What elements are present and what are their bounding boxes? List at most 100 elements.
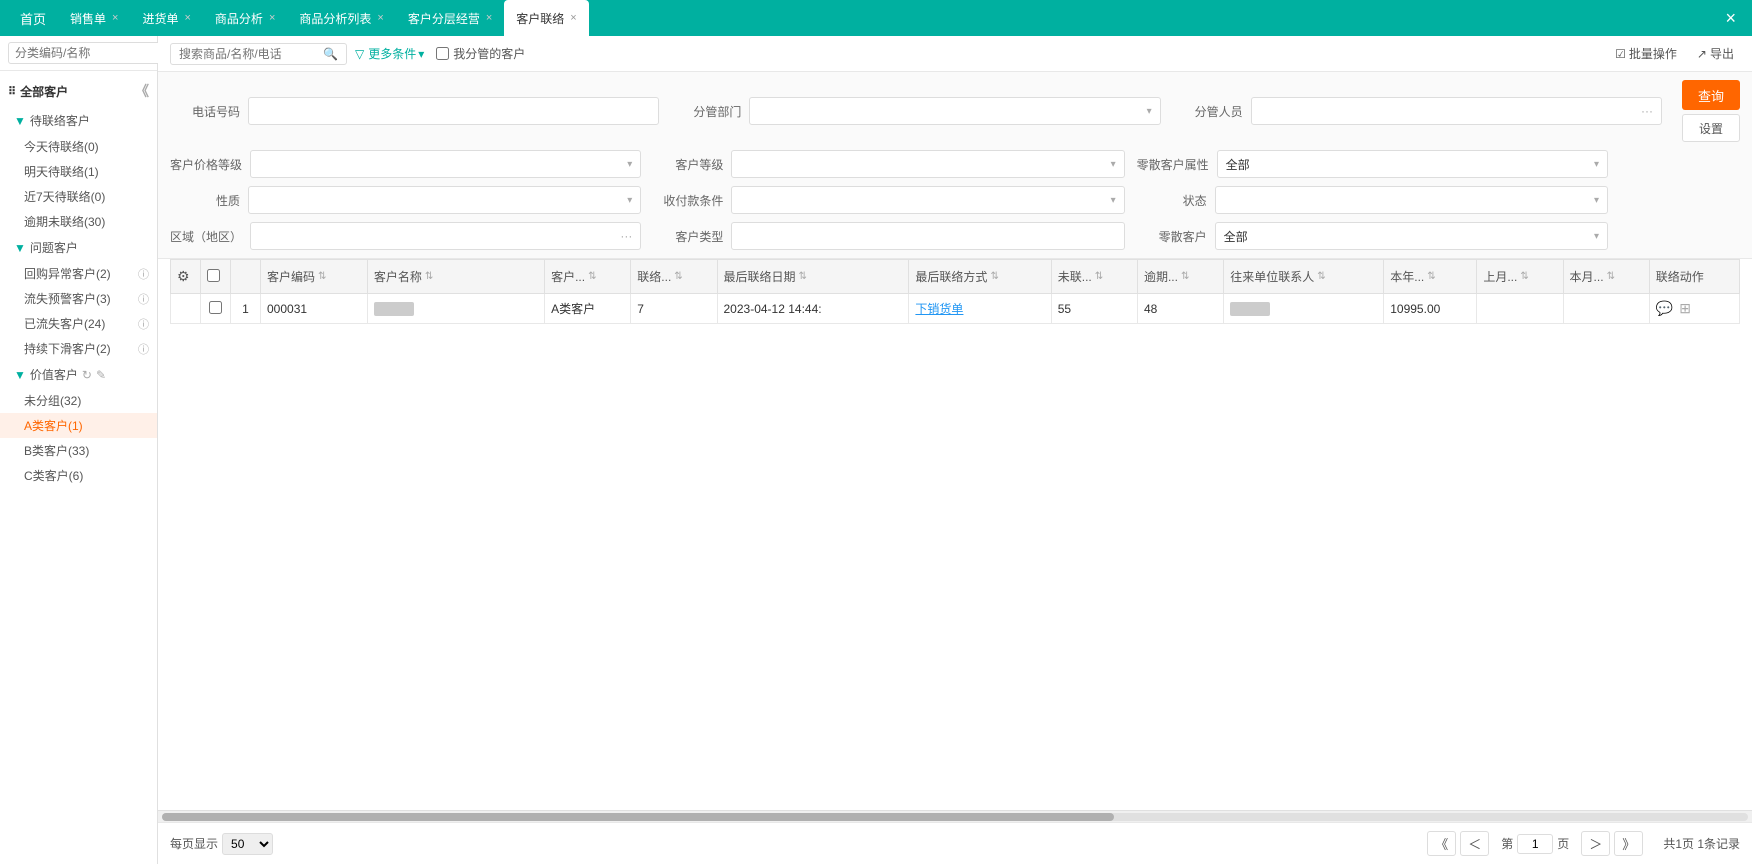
chevron-down-icon-level: ▾	[1111, 159, 1116, 170]
sidebar-group-pending[interactable]: ▼ 待联络客户	[0, 107, 157, 134]
arrow-down-icon: ▼	[14, 114, 26, 128]
refresh-icon[interactable]: ↻	[82, 368, 92, 382]
sort-icon-unitcontact: ⇅	[1317, 271, 1325, 282]
arrow-down-icon-3: ▼	[14, 368, 26, 382]
filter-price-level-select[interactable]: ▾	[250, 150, 641, 178]
more-icon-person: ···	[1641, 104, 1653, 118]
filter-retail-customer-select[interactable]: 全部▾	[1215, 222, 1608, 250]
sidebar-collapse-icon[interactable]: 《	[135, 81, 149, 101]
chevron-down-icon-payment: ▾	[1111, 195, 1116, 206]
row-checkbox[interactable]	[209, 301, 222, 314]
batch-op-button[interactable]: ☑ 批量操作	[1609, 42, 1683, 65]
filter-payment-select[interactable]: ▾	[731, 186, 1124, 214]
filter-search-box: 🔍	[170, 43, 347, 65]
nav-tab-purchase[interactable]: 进货单 ×	[130, 0, 202, 36]
sidebar-item-repurchase-abnormal[interactable]: 回购异常客户(2) ⓘ	[0, 261, 157, 286]
page-info: 第 页	[1501, 834, 1569, 854]
last-method-link[interactable]: 下销货单	[915, 302, 963, 316]
sort-icon-thismonth: ⇅	[1607, 271, 1615, 282]
close-tab-analysis-icon[interactable]: ×	[269, 12, 275, 24]
col-last-method: 最后联络方式⇅	[909, 260, 1051, 294]
my-customer-checkbox-area: 我分管的客户	[436, 45, 525, 62]
filter-customer-level-select[interactable]: ▾	[731, 150, 1124, 178]
next-page-button[interactable]: ＞	[1581, 831, 1610, 856]
filter-nature-select[interactable]: ▾	[248, 186, 641, 214]
page-number-input[interactable]	[1517, 834, 1553, 854]
filter-status-select[interactable]: ▾	[1215, 186, 1608, 214]
sidebar-item-7day-pending[interactable]: 近7天待联络(0)	[0, 184, 157, 209]
filter-customer-type-input[interactable]	[731, 222, 1124, 250]
close-tab-customer-layer-icon[interactable]: ×	[486, 12, 492, 24]
sidebar-item-class-c[interactable]: C类客户(6)	[0, 463, 157, 488]
filter-region-select[interactable]: ···	[250, 222, 641, 250]
sidebar-search-input[interactable]	[8, 42, 177, 64]
sort-icon-type: ⇅	[588, 271, 596, 282]
sidebar-group-problem[interactable]: ▼ 问题客户	[0, 234, 157, 261]
filter-retail-attr-select[interactable]: 全部▾	[1217, 150, 1608, 178]
sidebar-item-churn-warning[interactable]: 流失预警客户(3) ⓘ	[0, 286, 157, 311]
close-tab-sales-icon[interactable]: ×	[112, 12, 118, 24]
pagination-bar: 每页显示 50 100 200 《 ＜ 第 页 ＞ 》 共1页 1条记录	[158, 822, 1752, 864]
col-last-date: 最后联络日期⇅	[717, 260, 909, 294]
close-tab-purchase-icon[interactable]: ×	[184, 12, 190, 24]
last-page-button[interactable]: 》	[1614, 831, 1643, 856]
close-tab-customer-contact-icon[interactable]: ×	[570, 12, 576, 24]
more-filter-btn[interactable]: ▽ 更多条件 ▾	[355, 45, 424, 62]
col-code: 客户编码⇅	[261, 260, 368, 294]
filter-dept-select[interactable]: ▾	[749, 97, 1160, 125]
export-button[interactable]: ↗ 导出	[1691, 42, 1740, 65]
col-contact: 联络...⇅	[631, 260, 717, 294]
query-button[interactable]: 查询	[1682, 80, 1740, 110]
table-header-row: ⚙ 客户编码⇅ 客户名称⇅ 客户...⇅	[171, 260, 1740, 294]
select-all-checkbox[interactable]	[207, 269, 220, 282]
customer-name-hidden: Ea	[374, 302, 414, 316]
nav-home[interactable]: 首页	[8, 9, 58, 28]
sidebar-group-value[interactable]: ▼ 价值客户 ↻ ✎	[0, 361, 157, 388]
prev-page-button[interactable]: ＜	[1460, 831, 1489, 856]
main-layout: 🔍 ⠿ 全部客户 《 ▼ 待联络客户 今天待联络(0) 明天待联络(1) 近7天…	[0, 36, 1752, 864]
nav-tab-customer-layer[interactable]: 客户分层经营 ×	[396, 0, 504, 36]
horizontal-scrollbar[interactable]	[158, 810, 1752, 822]
close-tab-analysis-list-icon[interactable]: ×	[377, 12, 383, 24]
per-page-select[interactable]: 50 100 200	[222, 833, 273, 855]
chat-icon[interactable]: 💬	[1656, 300, 1673, 317]
nav-tab-customer-contact[interactable]: 客户联络 ×	[504, 0, 588, 36]
filter-price-level: 客户价格等级 ▾	[170, 150, 641, 178]
total-records-info: 共1页 1条记录	[1663, 835, 1740, 852]
col-actions: 联络动作	[1649, 260, 1739, 294]
row-code-cell: 000031	[261, 294, 368, 324]
sidebar-item-declining[interactable]: 持续下滑客户(2) ⓘ	[0, 336, 157, 361]
data-table: ⚙ 客户编码⇅ 客户名称⇅ 客户...⇅	[170, 259, 1740, 324]
nav-tab-analysis-list[interactable]: 商品分析列表 ×	[287, 0, 395, 36]
my-customer-checkbox[interactable]	[436, 47, 449, 60]
table-settings-icon[interactable]: ⚙	[177, 268, 190, 284]
filter-search-icon[interactable]: 🔍	[323, 47, 338, 61]
sidebar-all-customers-header[interactable]: ⠿ 全部客户 《	[0, 75, 157, 107]
filter-dept: 分管部门 ▾	[671, 97, 1160, 125]
nav-tab-analysis[interactable]: 商品分析 ×	[203, 0, 287, 36]
sidebar-item-ungrouped[interactable]: 未分组(32)	[0, 388, 157, 413]
row-last-month-cell	[1477, 294, 1563, 324]
filter-search-input[interactable]	[179, 47, 319, 61]
qrcode-icon[interactable]: ⊞	[1679, 300, 1691, 317]
sidebar-item-overdue-contact[interactable]: 逾期未联络(30)	[0, 209, 157, 234]
info-icon-1: ⓘ	[138, 266, 149, 282]
sidebar-item-churned[interactable]: 已流失客户(24) ⓘ	[0, 311, 157, 336]
settings-button[interactable]: 设置	[1682, 114, 1740, 142]
sidebar-item-today-pending[interactable]: 今天待联络(0)	[0, 134, 157, 159]
row-overdue-cell: 48	[1137, 294, 1223, 324]
edit-icon[interactable]: ✎	[96, 368, 106, 382]
row-this-year-cell: 10995.00	[1384, 294, 1477, 324]
filter-person-select[interactable]: ···	[1251, 97, 1662, 125]
first-page-button[interactable]: 《	[1427, 831, 1456, 856]
filter-phone-input[interactable]	[248, 97, 659, 125]
sidebar-item-class-b[interactable]: B类客户(33)	[0, 438, 157, 463]
close-all-tabs-icon[interactable]: ×	[1717, 8, 1744, 29]
scrollbar-thumb[interactable]	[162, 813, 1114, 821]
info-icon-4: ⓘ	[138, 341, 149, 357]
sidebar-item-tomorrow-pending[interactable]: 明天待联络(1)	[0, 159, 157, 184]
table-container: ⚙ 客户编码⇅ 客户名称⇅ 客户...⇅	[158, 259, 1752, 810]
nav-tab-sales[interactable]: 销售单 ×	[58, 0, 130, 36]
row-checkbox-cell	[201, 294, 231, 324]
sidebar-item-class-a[interactable]: A类客户(1)	[0, 413, 157, 438]
